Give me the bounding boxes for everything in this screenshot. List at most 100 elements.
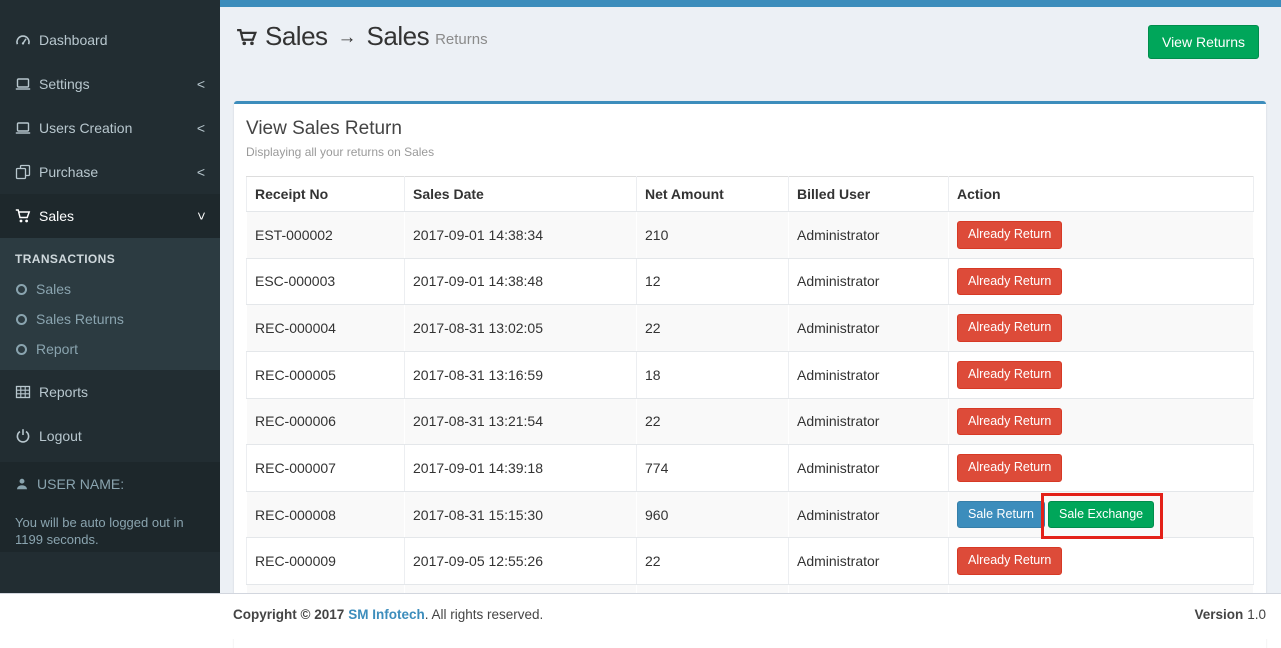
already-return-button[interactable]: Already Return [957, 360, 1063, 389]
chevron-left-icon: < [196, 164, 205, 180]
already-return-button[interactable]: Already Return [957, 547, 1063, 575]
sale-exchange-button[interactable]: Sale Exchange [1048, 500, 1155, 529]
receipt-no-cell: REC-000005 [246, 350, 405, 399]
billed-user-cell: Administrator [788, 257, 949, 306]
sales-date-cell: 2017-09-05 12:55:26 [404, 537, 637, 585]
cart-icon [236, 26, 258, 48]
sidebar-item-settings[interactable]: Settings < [0, 62, 220, 106]
receipt-no-cell: REC-000009 [246, 537, 405, 585]
panel-title: View Sales Return [246, 118, 402, 139]
sidebar-item-label: Dashboard [39, 32, 108, 48]
sidebar-item-users-creation[interactable]: Users Creation < [0, 106, 220, 150]
column-header-net-amount: Net Amount [636, 176, 789, 212]
net-amount-cell: 12 [636, 257, 789, 306]
column-header-billed-user: Billed User [788, 176, 949, 212]
user-icon [15, 477, 29, 491]
sales-date-cell: 2017-08-31 13:02:05 [404, 304, 637, 352]
action-cell: Already Return [948, 397, 1254, 446]
sales-return-panel: View Sales Return Displaying all your re… [234, 101, 1266, 648]
chevron-down-icon: < [192, 211, 209, 221]
table-row: REC-000005 2017-08-31 13:16:59 18 Administr… [246, 350, 1254, 399]
submenu-item-sales[interactable]: Sales [0, 274, 220, 304]
sidebar-item-sales[interactable]: Sales < [0, 194, 220, 238]
content-header: Sales → Sales Returns View Returns [220, 7, 1281, 69]
table-icon [15, 384, 39, 400]
version-label: Version [1194, 607, 1244, 622]
action-cell: Already Return [948, 537, 1254, 585]
already-return-button[interactable]: Already Return [957, 221, 1063, 249]
circle-icon [16, 283, 27, 295]
already-return-button[interactable]: Already Return [957, 314, 1063, 342]
table-body: EST-000002 2017-09-01 14:38:34 210 Administ… [246, 211, 1254, 632]
circle-icon [16, 343, 27, 355]
breadcrumb-primary: Sales [265, 21, 328, 51]
breadcrumb-secondary: Sales [366, 21, 430, 51]
sales-date-cell: 2017-08-31 13:16:59 [404, 350, 637, 399]
net-amount-cell: 22 [636, 304, 789, 352]
laptop-icon [15, 76, 39, 92]
user-name-label: USER NAME: [37, 476, 125, 492]
billed-user-cell: Administrator [788, 490, 949, 539]
action-cell: Already Return [948, 257, 1254, 306]
table-row: REC-000007 2017-09-01 14:39:18 774 Administ… [246, 444, 1254, 492]
version-value: 1.0 [1247, 607, 1266, 622]
net-amount-cell: 960 [636, 490, 789, 539]
sidebar-item-reports[interactable]: Reports [0, 370, 220, 414]
sidebar-item-logout[interactable]: Logout [0, 414, 220, 458]
power-icon [15, 428, 39, 444]
arrow-right-icon: → [337, 26, 357, 48]
sales-date-cell: 2017-09-01 14:39:18 [404, 444, 637, 492]
table-row: REC-000009 2017-09-05 12:55:26 22 Administr… [246, 537, 1254, 585]
table-row: REC-000008 2017-08-31 15:15:30 960 Administ… [246, 490, 1254, 540]
submenu-item-sales-returns[interactable]: Sales Returns [0, 304, 220, 334]
laptop-icon [15, 120, 39, 136]
breadcrumb: Sales → Sales Returns [236, 21, 1259, 52]
footer: Copyright © 2017 SM Infotech. All rights … [0, 593, 1281, 639]
receipt-no-cell: EST-000002 [246, 211, 405, 259]
net-amount-cell: 210 [636, 211, 789, 259]
already-return-button[interactable]: Already Return [957, 454, 1063, 482]
sales-submenu: TRANSACTIONS Sales Sales Returns Report [0, 238, 220, 370]
cart-icon [15, 208, 39, 224]
net-amount-cell: 22 [636, 537, 789, 585]
sales-date-cell: 2017-08-31 15:15:30 [404, 490, 637, 539]
sales-date-cell: 2017-09-01 14:38:48 [404, 257, 637, 306]
top-accent-bar [220, 0, 1281, 7]
action-cell: Already Return [948, 350, 1254, 399]
sidebar-item-label: Purchase [39, 164, 99, 180]
highlighted-action: Sale Exchange [1041, 492, 1164, 540]
sidebar-item-label: Users Creation [39, 120, 133, 136]
company-link[interactable]: SM Infotech [348, 607, 425, 622]
chevron-left-icon: < [196, 120, 205, 136]
sidebar-item-purchase[interactable]: Purchase < [0, 150, 220, 194]
receipt-no-cell: REC-000006 [246, 397, 405, 446]
billed-user-cell: Administrator [788, 397, 949, 446]
breadcrumb-sub: Returns [435, 31, 488, 48]
sidebar-item-label: Settings [39, 76, 90, 92]
sidebar-item-label: Reports [39, 384, 89, 400]
copyright-suffix: . All rights reserved. [424, 607, 544, 622]
sidebar-item-dashboard[interactable]: Dashboard [0, 18, 220, 62]
panel-subtitle: Displaying all your returns on Sales [246, 145, 435, 159]
submenu-item-report[interactable]: Report [0, 334, 220, 364]
circle-icon [16, 313, 27, 325]
copyright-text: Copyright © 2017 SM Infotech. All rights … [233, 607, 543, 639]
receipt-no-cell: REC-000004 [246, 304, 405, 352]
billed-user-cell: Administrator [788, 350, 949, 399]
table-row: REC-000006 2017-08-31 13:21:54 22 Administr… [246, 397, 1254, 446]
billed-user-cell: Administrator [788, 211, 949, 259]
net-amount-cell: 22 [636, 397, 789, 446]
column-header-receipt-no: Receipt No [246, 176, 405, 212]
sidebar-nav: Dashboard Settings < Users Creation < Pu… [0, 0, 220, 238]
view-returns-button[interactable]: View Returns [1147, 25, 1259, 59]
already-return-button[interactable]: Already Return [957, 407, 1063, 436]
column-header-action: Action [948, 176, 1254, 212]
table-row: EST-000002 2017-09-01 14:38:34 210 Administ… [246, 211, 1254, 259]
billed-user-cell: Administrator [788, 304, 949, 352]
sale-return-button[interactable]: Sale Return [957, 500, 1046, 529]
sidebar-item-label: Logout [39, 428, 82, 444]
action-cell: Already Return [948, 444, 1254, 492]
action-cell: Already Return [948, 211, 1254, 259]
already-return-button[interactable]: Already Return [957, 267, 1063, 296]
copy-icon [15, 164, 39, 180]
